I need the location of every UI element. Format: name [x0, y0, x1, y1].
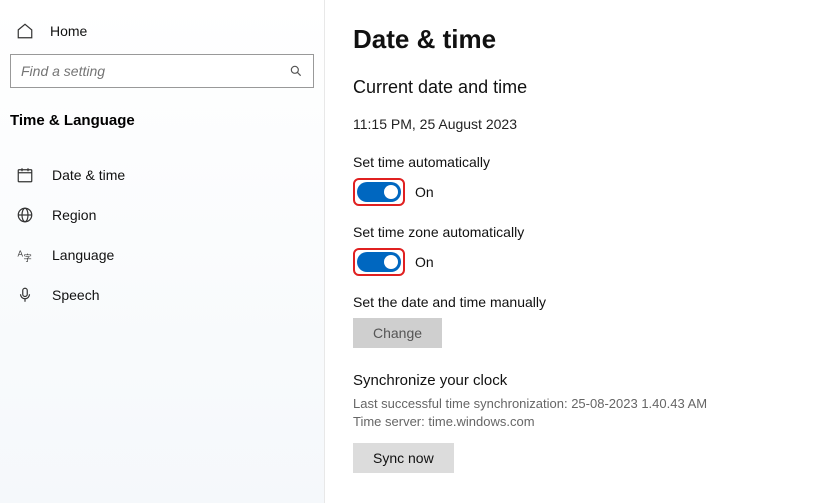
globe-icon [16, 206, 34, 224]
set-time-auto-toggle[interactable] [357, 182, 401, 202]
sidebar-item-date-time[interactable]: Date & time [10, 155, 314, 195]
set-time-auto-state: On [415, 184, 434, 200]
home-icon [16, 22, 34, 40]
page-title: Date & time [353, 24, 815, 55]
search-input-container[interactable] [10, 54, 314, 88]
highlight-box [353, 178, 405, 206]
sidebar-item-label: Date & time [52, 167, 125, 183]
sync-server-line: Time server: time.windows.com [353, 413, 815, 431]
sidebar-item-language[interactable]: A 字 Language [10, 235, 314, 275]
sidebar-item-label: Speech [52, 287, 99, 303]
sync-last-line: Last successful time synchronization: 25… [353, 395, 815, 413]
current-datetime-value: 11:15 PM, 25 August 2023 [353, 116, 815, 132]
sidebar: Home Time & Language Date & time Region [0, 0, 325, 503]
microphone-icon [16, 286, 34, 304]
set-tz-auto-row: On [353, 248, 815, 276]
search-input[interactable] [21, 63, 289, 79]
svg-text:字: 字 [24, 253, 32, 263]
date-time-icon [16, 166, 34, 184]
set-tz-auto-toggle[interactable] [357, 252, 401, 272]
sync-head: Synchronize your clock [353, 372, 815, 389]
svg-text:A: A [18, 250, 24, 259]
main-content: Date & time Current date and time 11:15 … [325, 0, 835, 503]
subhead-current: Current date and time [353, 77, 815, 98]
language-icon: A 字 [16, 246, 34, 264]
search-icon [289, 64, 303, 78]
sidebar-item-region[interactable]: Region [10, 195, 314, 235]
change-button: Change [353, 318, 442, 348]
manual-set-label: Set the date and time manually [353, 294, 815, 310]
highlight-box [353, 248, 405, 276]
sync-now-button[interactable]: Sync now [353, 443, 454, 473]
set-tz-auto-label: Set time zone automatically [353, 224, 815, 240]
sidebar-section-title: Time & Language [10, 106, 314, 155]
set-time-auto-row: On [353, 178, 815, 206]
sidebar-item-label: Language [52, 247, 114, 263]
sidebar-item-speech[interactable]: Speech [10, 275, 314, 315]
home-nav[interactable]: Home [10, 16, 314, 54]
set-time-auto-label: Set time automatically [353, 154, 815, 170]
sidebar-item-label: Region [52, 207, 96, 223]
sync-info: Last successful time synchronization: 25… [353, 395, 815, 431]
home-label: Home [50, 23, 87, 39]
set-tz-auto-state: On [415, 254, 434, 270]
